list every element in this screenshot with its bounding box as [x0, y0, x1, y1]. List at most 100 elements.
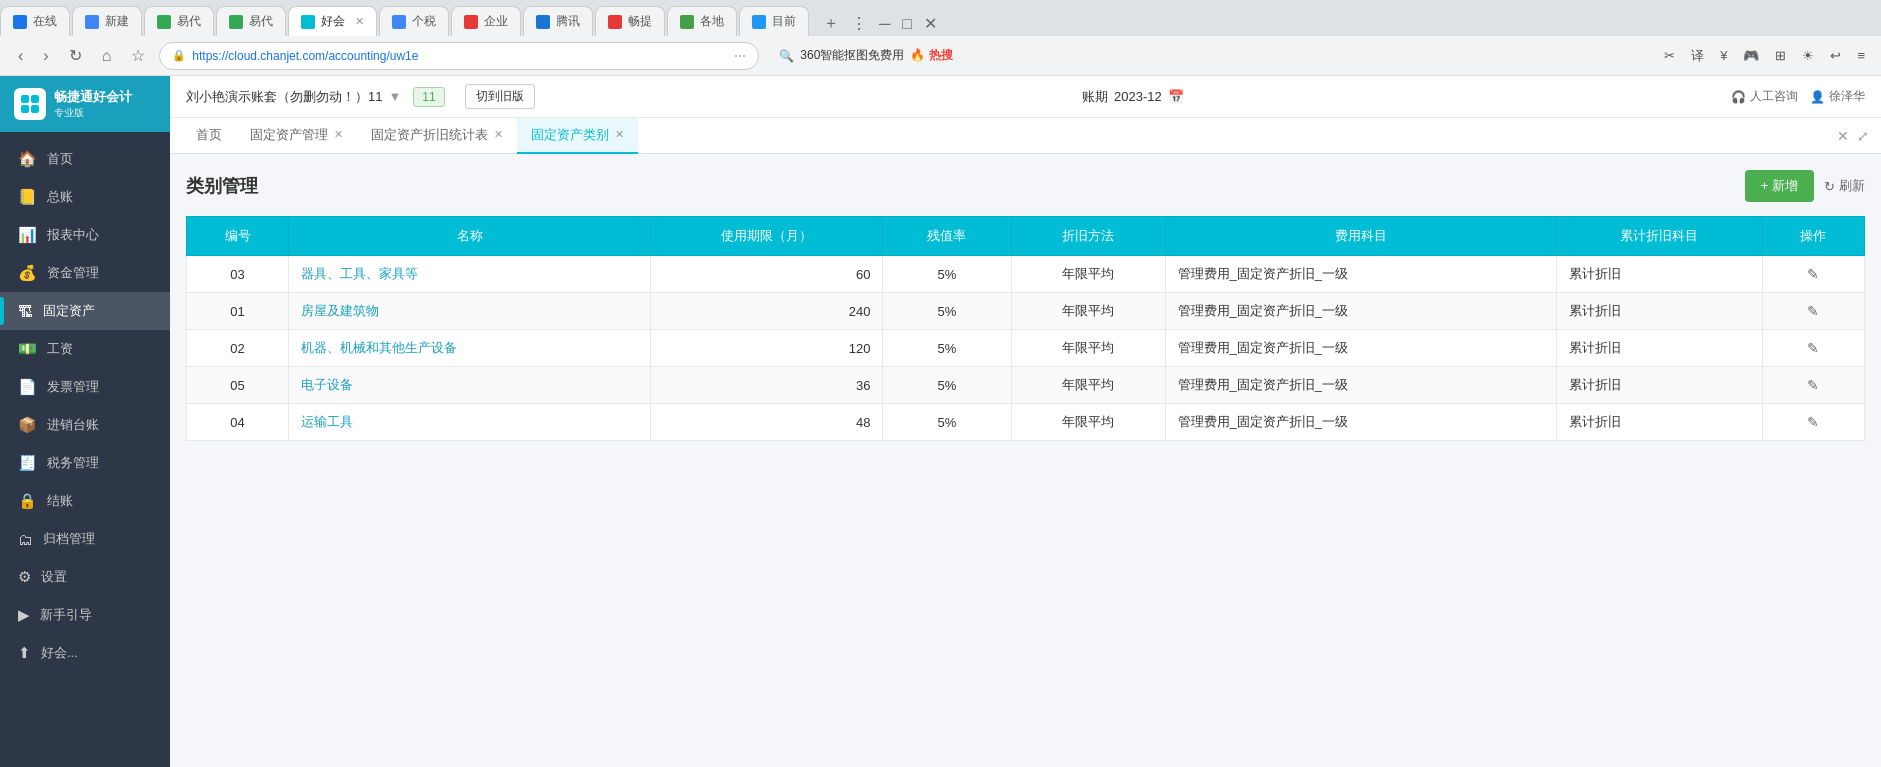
close-tab-assets-category-icon[interactable]: ✕: [615, 128, 624, 141]
sidebar-item-more[interactable]: ⬆ 好会...: [0, 634, 170, 672]
switch-version-button[interactable]: 切到旧版: [465, 84, 535, 109]
company-dropdown-icon[interactable]: ▼: [388, 89, 401, 104]
invoice-menu-icon: 📄: [18, 378, 37, 396]
sidebar-item-closing[interactable]: 🔒 结账: [0, 482, 170, 520]
sidebar-item-label-tax: 税务管理: [47, 454, 99, 472]
row-1-name: 房屋及建筑物: [289, 293, 651, 330]
edit-row-3-button[interactable]: ✎: [1807, 377, 1819, 393]
sidebar-item-wrapper-closing: 🔒 结账: [0, 482, 170, 520]
close-all-tabs-icon[interactable]: ✕: [1837, 128, 1849, 144]
sidebar-item-invoice[interactable]: 📄 发票管理: [0, 368, 170, 406]
minimize-button[interactable]: ─: [875, 13, 894, 35]
browser-tab-8[interactable]: 腾讯: [523, 6, 593, 36]
inventory-menu-icon: 📦: [18, 416, 37, 434]
reload-button[interactable]: ↻: [63, 44, 88, 67]
user-avatar-icon: 👤: [1810, 90, 1825, 104]
close-window-button[interactable]: ✕: [920, 12, 941, 35]
bookmark-button[interactable]: ☆: [125, 44, 151, 67]
row-1-name-link[interactable]: 房屋及建筑物: [301, 303, 379, 318]
sidebar-item-tax[interactable]: 🧾 税务管理: [0, 444, 170, 482]
cut-icon[interactable]: ✂: [1660, 46, 1679, 65]
tab-assets-depreciation-label: 固定资产折旧统计表: [371, 126, 488, 144]
content-tabs: 首页 固定资产管理 ✕ 固定资产折旧统计表 ✕ 固定资产类别 ✕ ✕ ⤢: [170, 118, 1881, 154]
row-2-name-link[interactable]: 机器、机械和其他生产设备: [301, 340, 457, 355]
sidebar-item-wrapper-reports: 📊 报表中心: [0, 216, 170, 254]
sidebar-item-home[interactable]: 🏠 首页: [0, 140, 170, 178]
row-0-residual: 5%: [883, 256, 1011, 293]
topbar-right: 🎧 人工咨询 👤 徐泽华: [1731, 88, 1865, 105]
calendar-icon[interactable]: 📅: [1168, 89, 1184, 104]
sidebar-item-settings[interactable]: ⚙ 设置: [0, 558, 170, 596]
company-selector[interactable]: 刘小艳演示账套（勿删勿动！）11 ▼: [186, 88, 401, 106]
row-0-period: 60: [651, 256, 883, 293]
close-tab-assets-mgmt-icon[interactable]: ✕: [334, 128, 343, 141]
badge-count: 11: [413, 87, 444, 107]
undo-icon[interactable]: ↩: [1826, 46, 1845, 65]
browser-tab-3[interactable]: 易代: [144, 6, 214, 36]
row-3-name-link[interactable]: 电子设备: [301, 377, 353, 392]
th-name: 名称: [289, 217, 651, 256]
page-title-row: 类别管理 + 新增 ↻ 刷新: [186, 170, 1865, 202]
sidebar-item-wrapper-home: 🏠 首页: [0, 140, 170, 178]
sidebar-item-fixed-assets[interactable]: 🏗 固定资产: [0, 292, 170, 330]
sidebar-item-wrapper-more: ⬆ 好会...: [0, 634, 170, 672]
hot-label[interactable]: 🔥 热搜: [910, 47, 952, 64]
ledger-menu-icon: 📒: [18, 188, 37, 206]
sidebar-item-payroll[interactable]: 💵 工资: [0, 330, 170, 368]
edit-row-2-button[interactable]: ✎: [1807, 340, 1819, 356]
brightness-icon[interactable]: ☀: [1798, 46, 1818, 65]
sidebar-item-inventory[interactable]: 📦 进销台账: [0, 406, 170, 444]
close-tab-5-icon[interactable]: ✕: [355, 15, 364, 28]
new-tab-button[interactable]: ＋: [819, 11, 843, 36]
help-button[interactable]: 🎧 人工咨询: [1731, 88, 1798, 105]
row-0-name-link[interactable]: 器具、工具、家具等: [301, 266, 418, 281]
forward-button[interactable]: ›: [37, 45, 54, 67]
close-tab-assets-depreciation-icon[interactable]: ✕: [494, 128, 503, 141]
game-icon[interactable]: 🎮: [1739, 46, 1763, 65]
sidebar-item-funds[interactable]: 💰 资金管理: [0, 254, 170, 292]
th-expense: 费用科目: [1165, 217, 1556, 256]
refresh-button[interactable]: ↻ 刷新: [1824, 177, 1865, 195]
browser-tab-6[interactable]: 个税: [379, 6, 449, 36]
tab-assets-depreciation[interactable]: 固定资产折旧统计表 ✕: [357, 118, 517, 154]
edit-row-1-button[interactable]: ✎: [1807, 303, 1819, 319]
sidebar-item-archive[interactable]: 🗂 归档管理: [0, 520, 170, 558]
currency-icon[interactable]: ¥: [1716, 46, 1731, 65]
row-3-id: 05: [187, 367, 289, 404]
tab-assets-category[interactable]: 固定资产类别 ✕: [517, 118, 638, 154]
maximize-button[interactable]: □: [898, 13, 916, 35]
add-category-button[interactable]: + 新增: [1745, 170, 1814, 202]
browser-tab-5[interactable]: 好会 ✕: [288, 6, 377, 36]
browser-tab-11[interactable]: 目前: [739, 6, 809, 36]
browser-tab-4[interactable]: 易代: [216, 6, 286, 36]
home-button[interactable]: ⌂: [96, 45, 118, 67]
user-info[interactable]: 👤 徐泽华: [1810, 88, 1865, 105]
browser-tab-2[interactable]: 新建: [72, 6, 142, 36]
sidebar-item-ledger[interactable]: 📒 总账: [0, 178, 170, 216]
tab-list-button[interactable]: ⋮: [847, 12, 871, 35]
browser-tab-7[interactable]: 企业: [451, 6, 521, 36]
browser-tab-1[interactable]: 在线: [0, 6, 70, 36]
edit-row-4-button[interactable]: ✎: [1807, 414, 1819, 430]
menu-icon[interactable]: ≡: [1853, 46, 1869, 65]
back-button[interactable]: ‹: [12, 45, 29, 67]
grid-icon[interactable]: ⊞: [1771, 46, 1790, 65]
svg-rect-2: [21, 105, 29, 113]
expand-tab-icon[interactable]: ⤢: [1857, 128, 1869, 144]
sidebar-item-label-closing: 结账: [47, 492, 73, 510]
browser-tab-10[interactable]: 各地: [667, 6, 737, 36]
svg-rect-3: [31, 105, 39, 113]
address-bar[interactable]: 🔒 https://cloud.chanjet.com/accounting/u…: [159, 42, 759, 70]
browser-tab-9[interactable]: 畅提: [595, 6, 665, 36]
sidebar-item-guide[interactable]: ▶ 新手引导: [0, 596, 170, 634]
row-0-id: 03: [187, 256, 289, 293]
sidebar-item-reports[interactable]: 📊 报表中心: [0, 216, 170, 254]
sidebar-item-wrapper-funds: 💰 资金管理: [0, 254, 170, 292]
translate-icon[interactable]: 译: [1687, 45, 1708, 67]
table-header: 编号 名称 使用期限（月） 残值率 折旧方法 费用科目 累计折旧科目 操作: [187, 217, 1865, 256]
tab-home[interactable]: 首页: [182, 118, 236, 154]
tab-assets-mgmt[interactable]: 固定资产管理 ✕: [236, 118, 357, 154]
edit-row-0-button[interactable]: ✎: [1807, 266, 1819, 282]
row-4-name-link[interactable]: 运输工具: [301, 414, 353, 429]
app-topbar: 刘小艳演示账套（勿删勿动！）11 ▼ 11 切到旧版 账期 2023-12 📅 …: [170, 76, 1881, 118]
